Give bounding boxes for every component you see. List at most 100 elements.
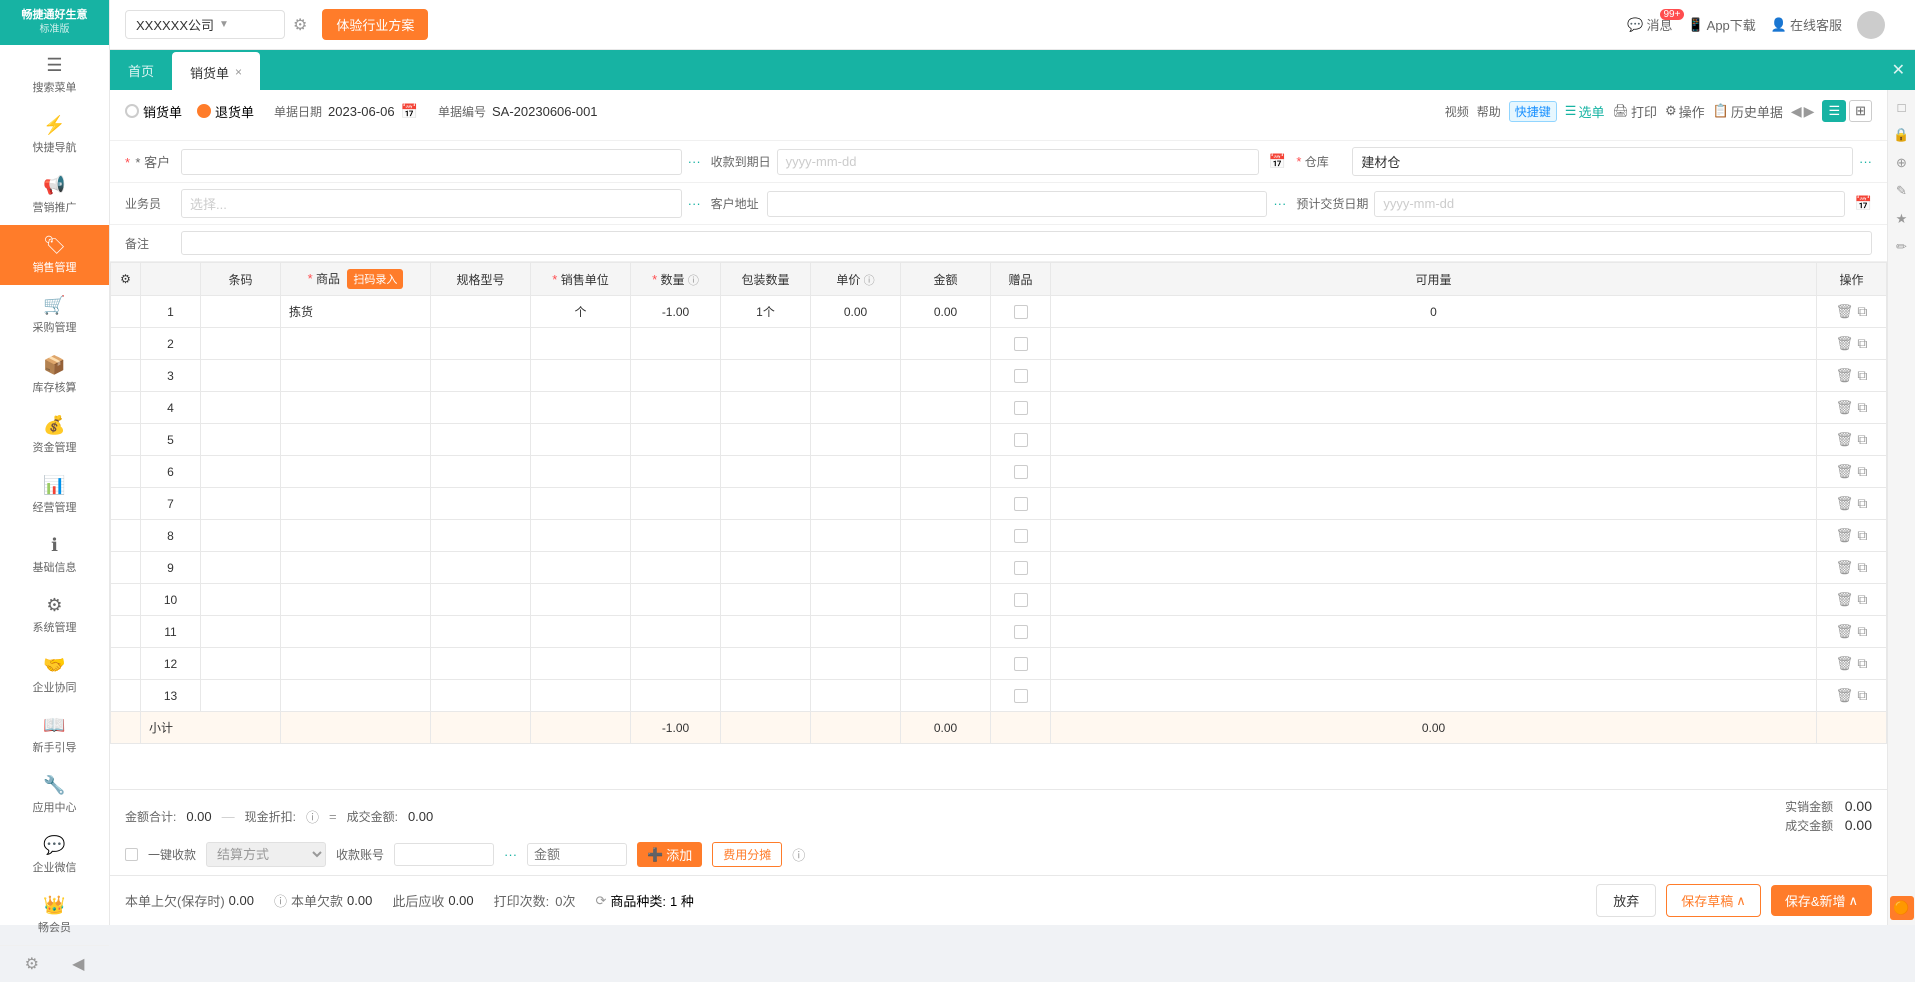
gift-checkbox-7[interactable] [1014, 529, 1028, 543]
cell-pkg-qty-5[interactable] [721, 456, 811, 488]
app-download-button[interactable]: 📱 App下载 [1687, 15, 1755, 34]
cell-unit-6[interactable] [531, 488, 631, 520]
row-delete-btn-11[interactable]: 🗑 [1836, 655, 1854, 672]
expected-date-calendar-icon[interactable]: 📅 [1855, 195, 1872, 212]
cell-pkg-qty-2[interactable] [721, 360, 811, 392]
tab-sales-order[interactable]: 销货单 × [172, 52, 260, 92]
cell-price-6[interactable] [811, 488, 901, 520]
row-copy-btn-9[interactable]: ⧉ [1857, 591, 1867, 608]
cell-product-11[interactable] [281, 648, 431, 680]
cell-unit-12[interactable] [531, 680, 631, 712]
cell-spec-11[interactable] [431, 648, 531, 680]
account-dots-icon[interactable]: ··· [504, 847, 517, 862]
row-copy-btn-6[interactable]: ⧉ [1857, 495, 1867, 512]
row-delete-btn-2[interactable]: 🗑 [1836, 367, 1854, 384]
row-delete-btn-9[interactable]: 🗑 [1836, 591, 1854, 608]
company-selector[interactable]: XXXXXX公司 ▼ [125, 10, 285, 39]
row-delete-btn-8[interactable]: 🗑 [1836, 559, 1854, 576]
row-copy-btn-3[interactable]: ⧉ [1857, 399, 1867, 416]
row-copy-btn-8[interactable]: ⧉ [1857, 559, 1867, 576]
cell-barcode-11[interactable] [201, 648, 281, 680]
gift-checkbox-4[interactable] [1014, 433, 1028, 447]
cell-pkg-qty-4[interactable] [721, 424, 811, 456]
cell-spec-0[interactable] [431, 296, 531, 328]
cell-product-9[interactable] [281, 584, 431, 616]
radio-return[interactable]: 退货单 [197, 102, 254, 121]
gift-checkbox-2[interactable] [1014, 369, 1028, 383]
cell-pkg-qty-9[interactable] [721, 584, 811, 616]
print-link[interactable]: 🖨 打印 [1612, 102, 1657, 121]
radio-sale[interactable]: 销货单 [125, 102, 182, 121]
save-new-button[interactable]: 保存&新增 ∧ [1771, 885, 1872, 916]
cell-unit-0[interactable]: 个 [531, 296, 631, 328]
row-delete-btn-7[interactable]: 🗑 [1836, 527, 1854, 544]
cell-amount-6[interactable] [901, 488, 991, 520]
cell-product-0[interactable]: 拣货 [281, 296, 431, 328]
sidebar-item-5[interactable]: 📦 库存核算 [0, 345, 109, 405]
row-delete-btn-12[interactable]: 🗑 [1836, 687, 1854, 704]
gift-checkbox-5[interactable] [1014, 465, 1028, 479]
cell-amount-7[interactable] [901, 520, 991, 552]
cell-spec-6[interactable] [431, 488, 531, 520]
warehouse-input[interactable]: 建材仓 [1352, 147, 1853, 176]
cell-amount-5[interactable] [901, 456, 991, 488]
row-copy-btn-0[interactable]: ⧉ [1857, 303, 1867, 320]
nav-prev-icon[interactable]: ◀ [1791, 103, 1802, 120]
expense-btn[interactable]: 费用分摊 [712, 842, 782, 867]
cell-amount-10[interactable] [901, 616, 991, 648]
shortcut-link[interactable]: 快捷键 [1509, 101, 1557, 122]
cell-unit-2[interactable] [531, 360, 631, 392]
sidebar-item-8[interactable]: ℹ 基础信息 [0, 525, 109, 585]
select-link[interactable]: ☰ 选单 [1565, 102, 1605, 121]
row-copy-btn-4[interactable]: ⧉ [1857, 431, 1867, 448]
sidebar-item-1[interactable]: ⚡ 快捷导航 [0, 105, 109, 165]
cell-spec-1[interactable] [431, 328, 531, 360]
row-delete-btn-10[interactable]: 🗑 [1836, 623, 1854, 640]
rp-btn-2[interactable]: 🔒 [1890, 123, 1914, 147]
cell-unit-10[interactable] [531, 616, 631, 648]
cell-price-0[interactable]: 0.00 [811, 296, 901, 328]
cell-unit-4[interactable] [531, 424, 631, 456]
cell-spec-9[interactable] [431, 584, 531, 616]
rp-btn-3[interactable]: ⊕ [1890, 151, 1914, 175]
cell-price-5[interactable] [811, 456, 901, 488]
cell-unit-9[interactable] [531, 584, 631, 616]
cell-product-4[interactable] [281, 424, 431, 456]
video-link[interactable]: 视频 [1445, 103, 1469, 120]
sidebar-item-4[interactable]: 🛒 采购管理 [0, 285, 109, 345]
cell-pkg-qty-10[interactable] [721, 616, 811, 648]
sidebar-item-9[interactable]: ⚙ 系统管理 [0, 585, 109, 645]
cell-price-12[interactable] [811, 680, 901, 712]
gift-checkbox-0[interactable] [1014, 305, 1028, 319]
th-settings[interactable]: ⚙ [111, 263, 141, 296]
cell-barcode-10[interactable] [201, 616, 281, 648]
cell-price-1[interactable] [811, 328, 901, 360]
cell-amount-9[interactable] [901, 584, 991, 616]
rp-btn-5[interactable]: ★ [1890, 207, 1914, 231]
date-value[interactable]: 2023-06-06 [328, 104, 395, 119]
gift-checkbox-10[interactable] [1014, 625, 1028, 639]
row-copy-btn-10[interactable]: ⧉ [1857, 623, 1867, 640]
payment-due-input[interactable]: yyyy-mm-dd [777, 149, 1259, 175]
settlement-select[interactable]: 结算方式 [206, 842, 326, 867]
cell-price-10[interactable] [811, 616, 901, 648]
cell-qty-7[interactable] [631, 520, 721, 552]
cell-qty-8[interactable] [631, 552, 721, 584]
rp-btn-1[interactable]: □ [1890, 95, 1914, 119]
rp-btn-4[interactable]: ✎ [1890, 179, 1914, 203]
cell-pkg-qty-3[interactable] [721, 392, 811, 424]
expected-date-input[interactable]: yyyy-mm-dd [1374, 191, 1844, 217]
row-delete-btn-3[interactable]: 🗑 [1836, 399, 1854, 416]
sidebar-item-11[interactable]: 📖 新手引导 [0, 705, 109, 765]
cell-product-6[interactable] [281, 488, 431, 520]
remarks-input[interactable] [181, 231, 1872, 255]
sidebar-item-7[interactable]: 📊 经营管理 [0, 465, 109, 525]
view-grid-btn[interactable]: ⊞ [1849, 100, 1872, 122]
row-delete-btn-6[interactable]: 🗑 [1836, 495, 1854, 512]
history-link[interactable]: 📋 历史单据 [1713, 102, 1783, 121]
cell-qty-11[interactable] [631, 648, 721, 680]
cell-amount-3[interactable] [901, 392, 991, 424]
rp-btn-orange[interactable]: 🟠 [1890, 896, 1914, 920]
cell-amount-12[interactable] [901, 680, 991, 712]
cell-product-8[interactable] [281, 552, 431, 584]
